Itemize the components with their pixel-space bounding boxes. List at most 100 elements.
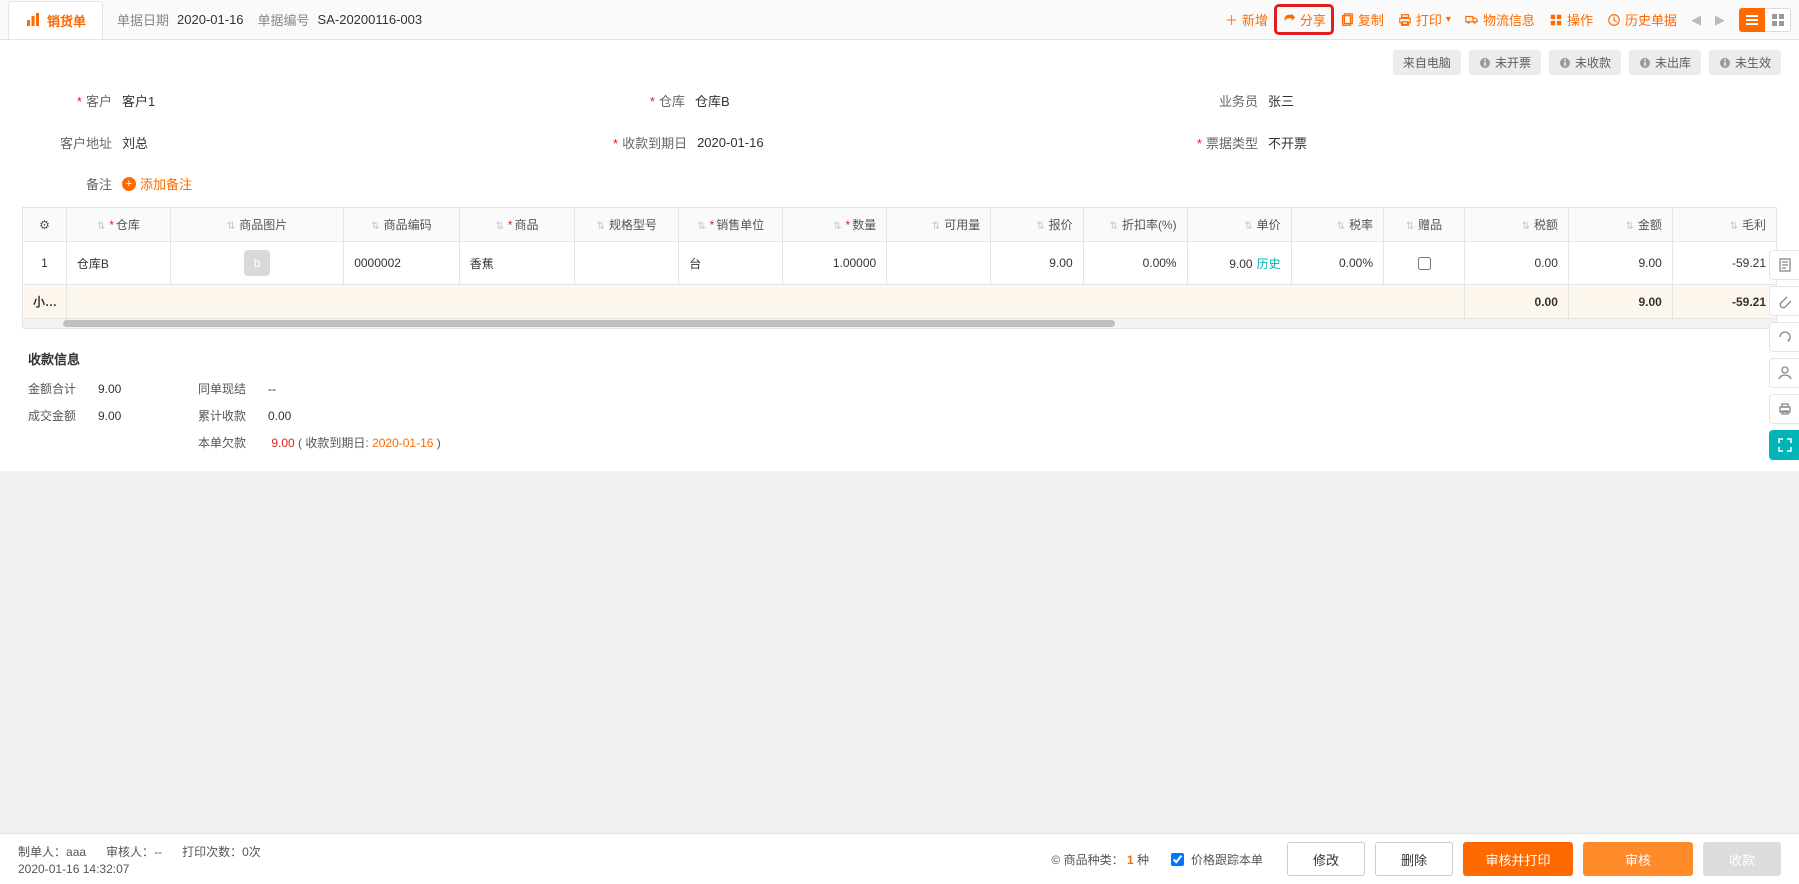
amount-owed: 本单欠款 9.00 ( 收款到期日: 2020-01-16 ) [198, 434, 458, 451]
expand-icon [1777, 437, 1793, 453]
prev-doc-button[interactable]: ◀ [1685, 8, 1707, 32]
list-view-button[interactable] [1739, 8, 1765, 32]
table-row[interactable]: 1 仓库B b 0000002 香蕉 台 1.00000 9.00 0.00% … [23, 242, 1777, 285]
col-profit[interactable]: ⇅毛利 [1672, 208, 1776, 242]
audit-print-button[interactable]: 审核并打印 [1463, 842, 1573, 876]
col-quote[interactable]: ⇅报价 [991, 208, 1083, 242]
history-button[interactable]: 历史单据 [1601, 6, 1683, 33]
doc-number: 单据编号 SA-20200116-003 [258, 10, 423, 29]
status-badges: 来自电脑 未开票 未收款 未出库 未生效 [0, 40, 1799, 81]
address-masked [158, 132, 408, 152]
field-customer: *客户 客户1 [40, 91, 613, 110]
col-avail[interactable]: ⇅可用量 [887, 208, 991, 242]
col-tax[interactable]: ⇅税率 [1291, 208, 1383, 242]
field-address: 客户地址 刘总 [40, 132, 613, 152]
info-icon [1639, 57, 1651, 69]
cumulative-receive: 0.00 [268, 409, 291, 423]
footer-actions: 修改 删除 审核并打印 审核 收款 [1287, 842, 1781, 876]
attachment-icon [1777, 293, 1793, 309]
receive-button[interactable]: 收款 [1703, 842, 1781, 876]
badge-no-receive[interactable]: 未收款 [1549, 50, 1621, 75]
print-button[interactable]: 打印 ▾ [1392, 6, 1457, 33]
col-code[interactable]: ⇅商品编码 [344, 208, 460, 242]
rail-attach-button[interactable] [1769, 286, 1799, 316]
card-view-button[interactable] [1765, 8, 1791, 32]
grid-icon [1549, 13, 1563, 27]
copy-button[interactable]: 复制 [1334, 6, 1390, 33]
modify-button[interactable]: 修改 [1287, 842, 1365, 876]
logistics-button[interactable]: 物流信息 [1459, 6, 1541, 33]
bar-chart-icon [25, 12, 41, 28]
col-qty[interactable]: ⇅*数量 [783, 208, 887, 242]
document-tab[interactable]: 销货单 [8, 1, 103, 39]
table-header: ⚙ ⇅*仓库 ⇅商品图片 ⇅商品编码 ⇅*商品 ⇅规格型号 ⇅*销售单位 ⇅*数… [23, 208, 1777, 242]
rail-refresh-button[interactable] [1769, 322, 1799, 352]
field-invoice-type: *票据类型 不开票 [1186, 132, 1759, 152]
user-icon [1777, 365, 1793, 381]
settle-now: -- [268, 382, 276, 396]
col-disc[interactable]: ⇅折扣率(%) [1083, 208, 1187, 242]
toolbar-actions: ＋ 新增 分享 复制 打印 ▾ 物流信息 [1219, 6, 1791, 33]
badge-not-effective[interactable]: 未生效 [1709, 50, 1781, 75]
plus-icon: ＋ [1225, 10, 1238, 29]
payment-section: 收款信息 金额合计9.00 同单现结-- 成交金额9.00 累计收款0.00 本… [0, 339, 1799, 471]
field-salesman: 业务员 张三 [1186, 91, 1759, 110]
printer-icon [1398, 13, 1412, 27]
audit-button[interactable]: 审核 [1583, 842, 1693, 876]
add-remark-button[interactable]: + 添加备注 [122, 174, 192, 193]
doc-date: 单据日期 2020-01-16 [117, 10, 244, 29]
new-button[interactable]: ＋ 新增 [1219, 6, 1274, 33]
price-history-link[interactable]: 历史 [1257, 257, 1281, 271]
list-icon [1745, 13, 1759, 27]
gift-checkbox[interactable] [1418, 257, 1431, 270]
col-unit[interactable]: ⇅*销售单位 [679, 208, 783, 242]
operate-button[interactable]: 操作 [1543, 6, 1599, 33]
clock-icon [1607, 13, 1621, 27]
rail-note-button[interactable] [1769, 250, 1799, 280]
rail-expand-button[interactable] [1769, 430, 1799, 460]
side-rail [1769, 250, 1799, 460]
copyright-icon: © [1051, 853, 1060, 867]
price-follow-checkbox[interactable]: 价格跟踪本单 [1167, 850, 1263, 869]
next-doc-button[interactable]: ▶ [1709, 8, 1731, 32]
footer-meta: 制单人：aaa 审核人：-- 打印次数：0次 2020-01-16 14:32:… [18, 843, 261, 876]
share-button[interactable]: 分享 [1276, 6, 1332, 33]
cards-icon [1771, 13, 1785, 27]
note-icon [1777, 257, 1793, 273]
col-image[interactable]: ⇅商品图片 [170, 208, 343, 242]
line-items-table: ⚙ ⇅*仓库 ⇅商品图片 ⇅商品编码 ⇅*商品 ⇅规格型号 ⇅*销售单位 ⇅*数… [0, 207, 1799, 339]
col-settings[interactable]: ⚙ [23, 208, 67, 242]
amount-total: 9.00 [98, 382, 121, 396]
footer-bar: 制单人：aaa 审核人：-- 打印次数：0次 2020-01-16 14:32:… [0, 833, 1799, 884]
deal-amount: 9.00 [98, 409, 121, 423]
col-gift[interactable]: ⇅赠品 [1384, 208, 1465, 242]
col-amount[interactable]: ⇅金额 [1568, 208, 1672, 242]
tab-title: 销货单 [47, 11, 86, 30]
field-remark: 备注 + 添加备注 [40, 174, 613, 193]
horizontal-scrollbar[interactable] [22, 319, 1777, 329]
rail-user-button[interactable] [1769, 358, 1799, 388]
col-tax-amt[interactable]: ⇅税额 [1464, 208, 1568, 242]
gear-icon: ⚙ [39, 218, 50, 232]
subtotal-row: 小计 0.00 9.00 -59.21 [23, 285, 1777, 319]
refresh-icon [1777, 329, 1793, 345]
truck-icon [1465, 13, 1479, 27]
rail-print-button[interactable] [1769, 394, 1799, 424]
badge-source: 来自电脑 [1393, 50, 1461, 75]
info-icon [1479, 57, 1491, 69]
top-toolbar: 销货单 单据日期 2020-01-16 单据编号 SA-20200116-003… [0, 0, 1799, 40]
info-icon [1719, 57, 1731, 69]
col-product[interactable]: ⇅*商品 [459, 208, 575, 242]
printer-icon [1777, 401, 1793, 417]
col-warehouse[interactable]: ⇅*仓库 [66, 208, 170, 242]
badge-no-invoice[interactable]: 未开票 [1469, 50, 1541, 75]
delete-button[interactable]: 删除 [1375, 842, 1453, 876]
payment-title: 收款信息 [28, 349, 1771, 368]
badge-no-out[interactable]: 未出库 [1629, 50, 1701, 75]
col-spec[interactable]: ⇅规格型号 [575, 208, 679, 242]
field-warehouse: *仓库 仓库B [613, 91, 1186, 110]
col-price[interactable]: ⇅单价 [1187, 208, 1291, 242]
header-form: *客户 客户1 *仓库 仓库B 业务员 张三 客户地址 刘总 *收款到期日 20… [0, 81, 1799, 207]
share-icon [1282, 13, 1296, 27]
footer-timestamp: 2020-01-16 14:32:07 [18, 862, 261, 876]
